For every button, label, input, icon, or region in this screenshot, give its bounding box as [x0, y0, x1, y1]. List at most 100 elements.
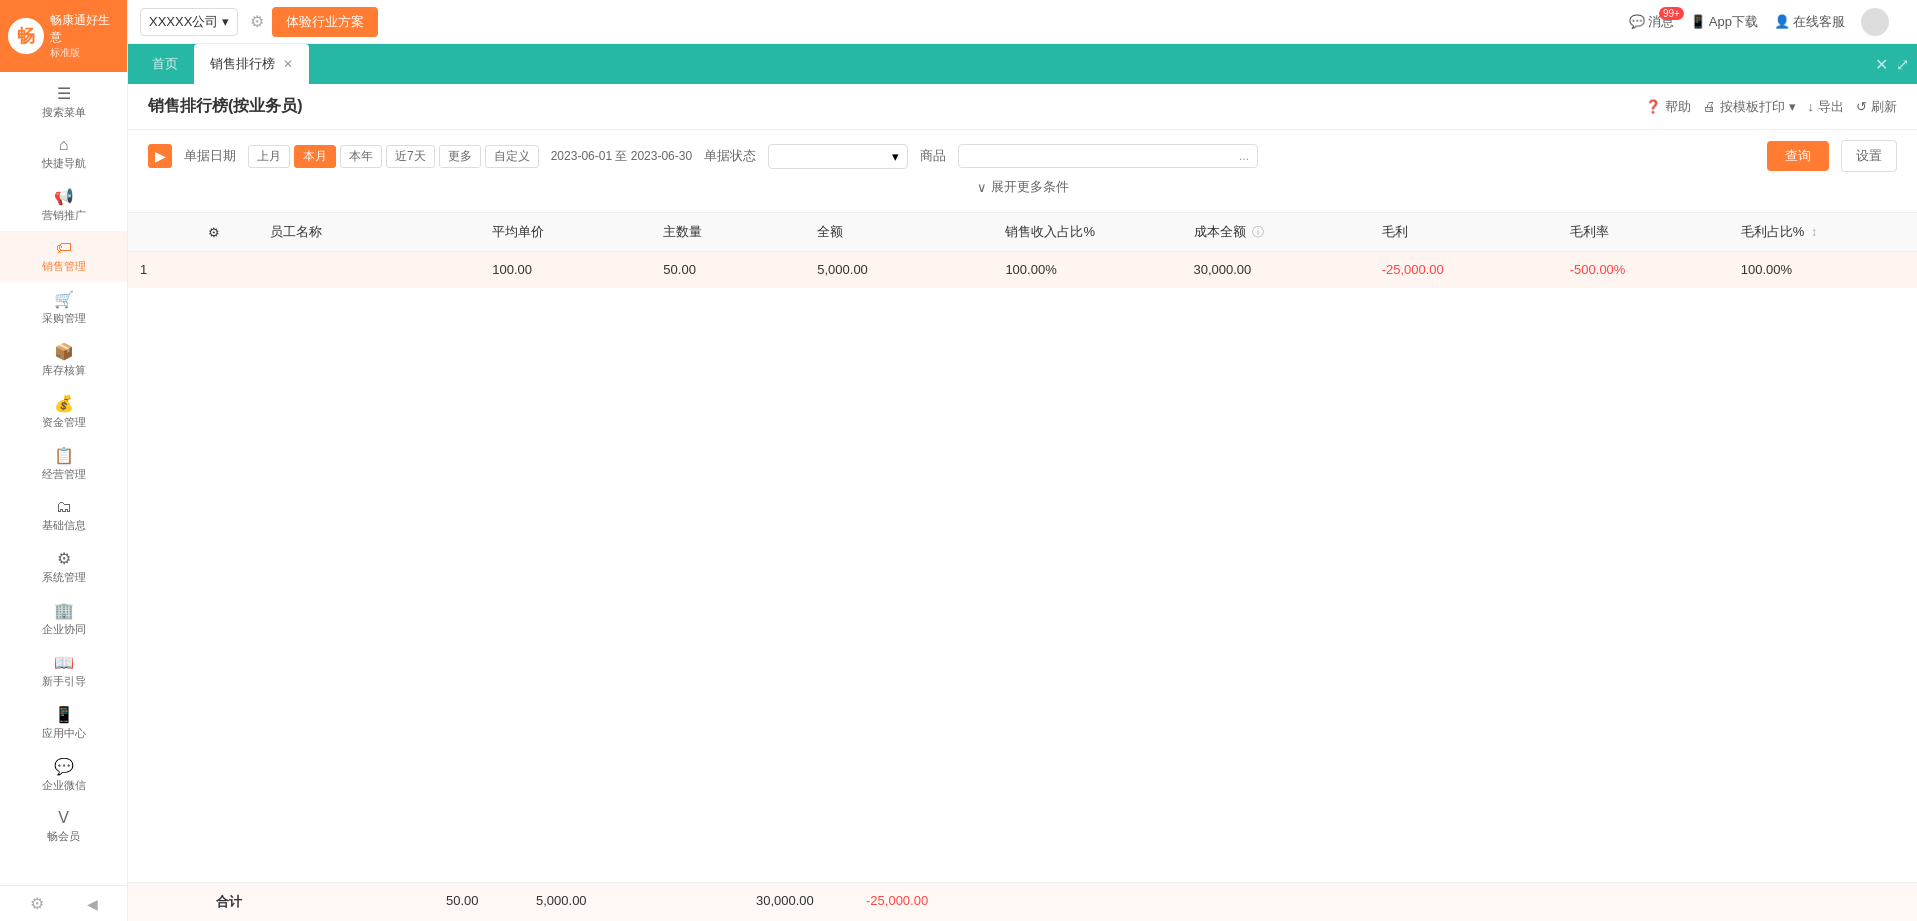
refresh-icon: ↺	[1856, 99, 1867, 114]
system-icon: ⚙	[57, 549, 71, 568]
date-this-month[interactable]: 本月	[294, 145, 336, 168]
footer-empty-rank	[140, 893, 180, 911]
status-select[interactable]: ▾	[768, 144, 908, 169]
tab-sales-rank-label: 销售排行榜	[210, 55, 275, 73]
message-button[interactable]: 💬 消息 99+	[1629, 13, 1674, 31]
operation-icon: 📋	[54, 446, 74, 465]
sidebar-nav: ☰ 搜索菜单 ⌂ 快捷导航 📢 营销推广 🏷 销售管理 🛒 采购管理 📦 库存核…	[0, 72, 127, 885]
table-footer: 合计 50.00 5,000.00 30,000.00 -25,000.00	[128, 882, 1917, 921]
col-qty: 主数量	[651, 213, 805, 252]
sales-icon: 🏷	[56, 239, 72, 257]
sidebar-label-operation: 经营管理	[42, 467, 86, 482]
window-close-icon[interactable]: ✕	[1875, 55, 1888, 74]
sidebar-item-sales[interactable]: 🏷 销售管理	[0, 231, 127, 282]
date-custom[interactable]: 自定义	[485, 145, 539, 168]
tab-home[interactable]: 首页	[136, 44, 194, 84]
message-badge: 99+	[1659, 7, 1684, 20]
date-this-year[interactable]: 本年	[340, 145, 382, 168]
avatar[interactable]	[1861, 8, 1889, 36]
date-options: 上月 本月 本年 近7天 更多 自定义	[248, 145, 539, 168]
topbar: XXXXX公司 ▾ ⚙ 体验行业方案 💬 消息 99+ 📱 App下载 👤 在线…	[128, 0, 1917, 44]
cell-settings	[196, 252, 258, 288]
col-gross-rate: 毛利率	[1558, 213, 1729, 252]
inventory-icon: 📦	[54, 342, 74, 361]
sidebar-item-finance[interactable]: 💰 资金管理	[0, 386, 127, 438]
col-settings[interactable]: ⚙	[196, 213, 258, 252]
expand-conditions-button[interactable]: ∨ 展开更多条件	[148, 172, 1897, 202]
print-icon: 🖨	[1703, 99, 1716, 114]
print-label: 按模板打印	[1720, 98, 1785, 116]
sidebar-item-newguide[interactable]: 📖 新手引导	[0, 645, 127, 697]
sidebar: 畅 畅康通好生意 标准版 ☰ 搜索菜单 ⌂ 快捷导航 📢 营销推广 🏷 销售管理…	[0, 0, 128, 921]
cell-sales-pct: 100.00%	[993, 252, 1181, 288]
topbar-right: 💬 消息 99+ 📱 App下载 👤 在线客服	[1629, 8, 1905, 36]
export-icon: ↓	[1808, 99, 1815, 114]
col-avg-price: 平均单价	[480, 213, 651, 252]
status-select-arrow: ▾	[892, 149, 899, 164]
tab-close-icon[interactable]: ✕	[283, 57, 293, 71]
online-service-button[interactable]: 👤 在线客服	[1774, 13, 1845, 31]
cell-name	[258, 252, 480, 288]
cell-qty: 50.00	[651, 252, 805, 288]
goods-input[interactable]: ...	[958, 144, 1258, 168]
date-more[interactable]: 更多	[439, 145, 481, 168]
sidebar-label-purchase: 采购管理	[42, 311, 86, 326]
sidebar-label-marketing: 营销推广	[42, 208, 86, 223]
app-center-icon: 📱	[54, 705, 74, 724]
gross-pct-sort-icon[interactable]: ↕	[1811, 225, 1817, 239]
app-download-button[interactable]: 📱 App下载	[1690, 13, 1758, 31]
wechat-icon: 💬	[54, 757, 74, 776]
collapse-sidebar-button[interactable]: ◀	[87, 896, 98, 912]
date-range-display: 2023-06-01 至 2023-06-30	[551, 148, 692, 165]
marketing-icon: 📢	[54, 187, 74, 206]
print-button[interactable]: 🖨 按模板打印 ▾	[1703, 98, 1796, 116]
tab-sales-rank[interactable]: 销售排行榜 ✕	[194, 44, 309, 84]
export-label: 导出	[1818, 98, 1844, 116]
trial-button[interactable]: 体验行业方案	[272, 7, 378, 37]
col-amount: 全额	[805, 213, 993, 252]
sidebar-item-system[interactable]: ⚙ 系统管理	[0, 541, 127, 593]
sidebar-item-member[interactable]: V 畅会员	[0, 801, 127, 852]
sidebar-item-search[interactable]: ☰ 搜索菜单	[0, 76, 127, 128]
sidebar-item-marketing[interactable]: 📢 营销推广	[0, 179, 127, 231]
footer-qty: 50.00	[446, 893, 536, 911]
app-icon: 📱	[1690, 14, 1706, 29]
col-sales-pct: 销售收入占比%	[993, 213, 1181, 252]
sidebar-item-shortcut[interactable]: ⌂ 快捷导航	[0, 128, 127, 179]
message-icon: 💬	[1629, 14, 1645, 29]
status-label: 单据状态	[704, 147, 756, 165]
window-expand-icon[interactable]: ⤢	[1896, 55, 1909, 74]
topbar-settings-icon[interactable]: ⚙	[250, 12, 264, 31]
sidebar-item-appcenter[interactable]: 📱 应用中心	[0, 697, 127, 749]
sidebar-label-inventory: 库存核算	[42, 363, 86, 378]
sidebar-label-wechat: 企业微信	[42, 778, 86, 793]
export-button[interactable]: ↓ 导出	[1808, 98, 1845, 116]
sidebar-item-enterprise[interactable]: 🏢 企业协同	[0, 593, 127, 645]
sidebar-label-system: 系统管理	[42, 570, 86, 585]
sidebar-item-basic[interactable]: 🗂 基础信息	[0, 490, 127, 541]
sidebar-item-purchase[interactable]: 🛒 采购管理	[0, 282, 127, 334]
date-last-7[interactable]: 近7天	[386, 145, 435, 168]
guide-icon: 📖	[54, 653, 74, 672]
bottom-settings-icon[interactable]: ⚙	[30, 894, 44, 913]
date-last-month[interactable]: 上月	[248, 145, 290, 168]
goods-more[interactable]: ...	[1239, 149, 1249, 163]
col-gross-pct: 毛利占比% ↕	[1729, 213, 1917, 252]
footer-amount: 5,000.00	[536, 893, 646, 911]
filter-toggle-icon: ▶	[155, 148, 166, 164]
help-button[interactable]: ❓ 帮助	[1645, 98, 1691, 116]
sidebar-item-operation[interactable]: 📋 经营管理	[0, 438, 127, 490]
filter-settings-button[interactable]: 设置	[1841, 140, 1897, 172]
enterprise-icon: 🏢	[54, 601, 74, 620]
refresh-button[interactable]: ↺ 刷新	[1856, 98, 1897, 116]
cell-amount: 5,000.00	[805, 252, 993, 288]
filter-toggle-button[interactable]: ▶	[148, 144, 172, 168]
expand-label: 展开更多条件	[991, 178, 1069, 196]
sidebar-item-inventory[interactable]: 📦 库存核算	[0, 334, 127, 386]
sidebar-item-wechat[interactable]: 💬 企业微信	[0, 749, 127, 801]
sidebar-logo: 畅 畅康通好生意 标准版	[0, 0, 127, 72]
query-button[interactable]: 查询	[1767, 141, 1829, 171]
help-icon: ❓	[1645, 99, 1661, 114]
navtabs: 首页 销售排行榜 ✕ ✕ ⤢	[128, 44, 1917, 84]
company-selector[interactable]: XXXXX公司 ▾	[140, 8, 238, 36]
